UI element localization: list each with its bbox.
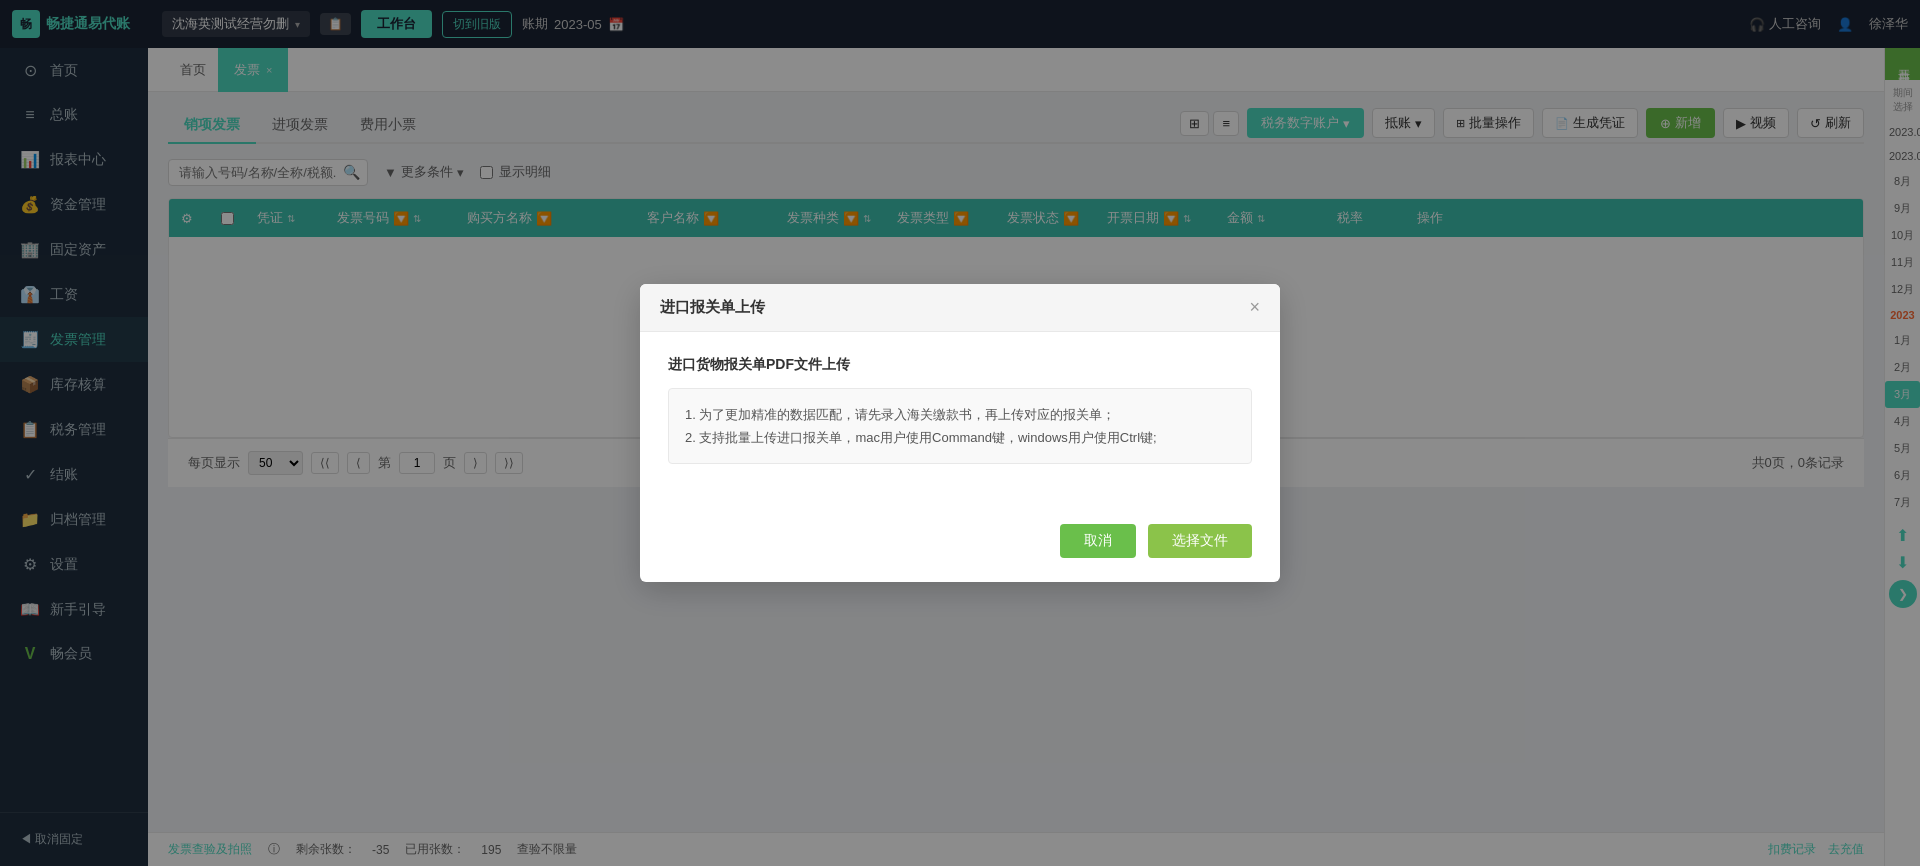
modal-section-title: 进口货物报关单PDF文件上传 <box>668 356 1252 374</box>
modal-header: 进口报关单上传 × <box>640 284 1280 332</box>
modal-body: 进口货物报关单PDF文件上传 1. 为了更加精准的数据匹配，请先录入海关缴款书，… <box>640 332 1280 509</box>
modal-cancel-button[interactable]: 取消 <box>1060 524 1136 558</box>
modal-footer: 取消 选择文件 <box>640 508 1280 582</box>
modal-info-item-2: 2. 支持批量上传进口报关单，mac用户使用Command键，windows用户… <box>685 426 1235 449</box>
modal-close-button[interactable]: × <box>1249 298 1260 316</box>
modal-title: 进口报关单上传 <box>660 298 765 317</box>
modal-info-item-1: 1. 为了更加精准的数据匹配，请先录入海关缴款书，再上传对应的报关单； <box>685 403 1235 426</box>
import-customs-modal: 进口报关单上传 × 进口货物报关单PDF文件上传 1. 为了更加精准的数据匹配，… <box>640 284 1280 583</box>
modal-info-box: 1. 为了更加精准的数据匹配，请先录入海关缴款书，再上传对应的报关单； 2. 支… <box>668 388 1252 465</box>
modal-overlay[interactable]: 进口报关单上传 × 进口货物报关单PDF文件上传 1. 为了更加精准的数据匹配，… <box>0 0 1920 866</box>
modal-select-file-button[interactable]: 选择文件 <box>1148 524 1252 558</box>
